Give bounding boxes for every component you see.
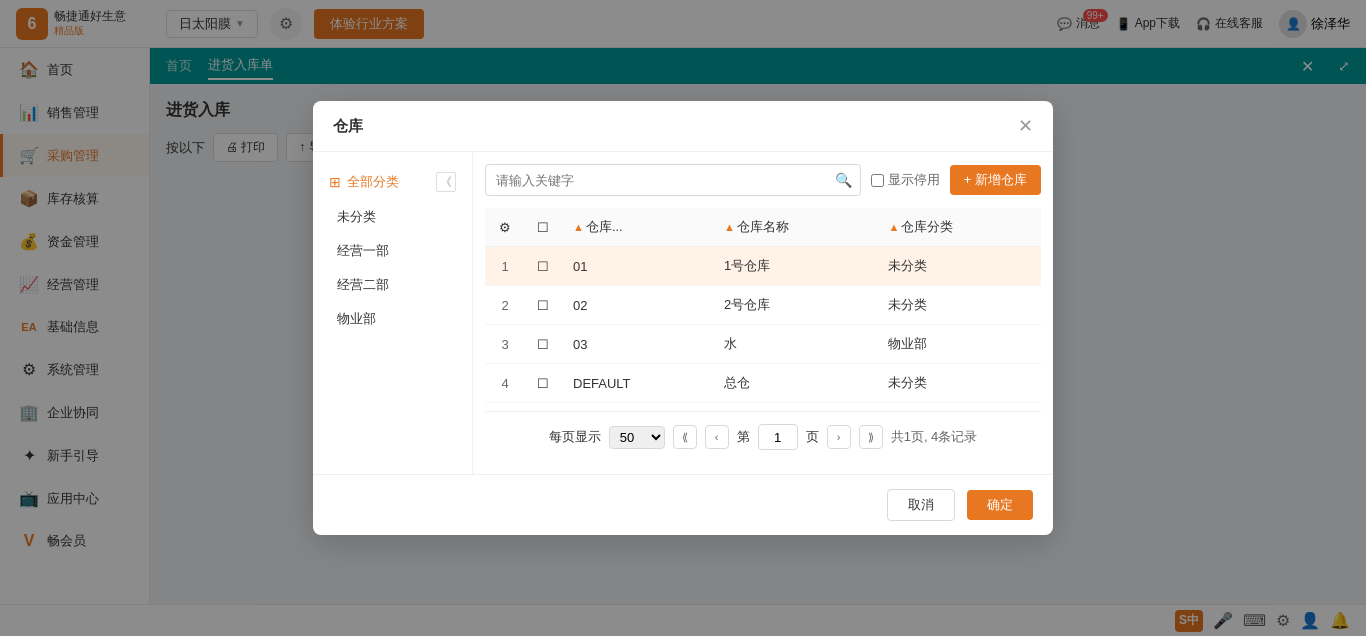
category-item-2[interactable]: 经营二部	[313, 268, 472, 302]
row-name-1: 1号仓库	[712, 247, 877, 286]
per-page-label: 每页显示	[549, 428, 601, 446]
collapse-button[interactable]: 《	[436, 172, 456, 192]
row-code-1: 01	[561, 247, 712, 286]
row-check-3[interactable]: ☐	[525, 325, 561, 364]
col-code: ▲仓库...	[561, 208, 712, 247]
search-icon[interactable]: 🔍	[827, 172, 860, 188]
warehouse-table: ⚙ ☐ ▲仓库... ▲仓库名称 ▲仓库分类 1 ☐ 01	[485, 208, 1041, 403]
modal-toolbar: 🔍 显示停用 + 新增仓库	[485, 164, 1041, 196]
row-category-4: 未分类	[876, 364, 1041, 403]
modal-overlay: 仓库 ✕ ⊞ 全部分类 《 未分类 经营一部 经营二部 物业部	[0, 0, 1366, 636]
page-total: 共1页, 4条记录	[891, 428, 978, 446]
modal-close-button[interactable]: ✕	[1018, 115, 1033, 137]
search-input[interactable]	[486, 173, 827, 188]
row-name-3: 水	[712, 325, 877, 364]
page-input[interactable]	[758, 424, 798, 450]
row-code-4: DEFAULT	[561, 364, 712, 403]
category-item-1[interactable]: 经营一部	[313, 234, 472, 268]
table-row[interactable]: 2 ☐ 02 2号仓库 未分类	[485, 286, 1041, 325]
confirm-button[interactable]: 确定	[967, 490, 1033, 520]
table-row[interactable]: 1 ☐ 01 1号仓库 未分类	[485, 247, 1041, 286]
col-checkbox: ☐	[525, 208, 561, 247]
modal-footer: 取消 确定	[313, 474, 1053, 535]
col-category: ▲仓库分类	[876, 208, 1041, 247]
modal-right-panel: 🔍 显示停用 + 新增仓库 ⚙ ☐	[473, 152, 1053, 474]
col-name: ▲仓库名称	[712, 208, 877, 247]
row-name-2: 2号仓库	[712, 286, 877, 325]
cancel-button[interactable]: 取消	[887, 489, 955, 521]
page-label: 第	[737, 428, 750, 446]
row-name-4: 总仓	[712, 364, 877, 403]
row-category-2: 未分类	[876, 286, 1041, 325]
show-disabled-text: 显示停用	[888, 171, 940, 189]
table-row[interactable]: 3 ☐ 03 水 物业部	[485, 325, 1041, 364]
prev-page-button[interactable]: ‹	[705, 425, 729, 449]
row-check-4[interactable]: ☐	[525, 364, 561, 403]
row-check-2[interactable]: ☐	[525, 286, 561, 325]
table-row[interactable]: 4 ☐ DEFAULT 总仓 未分类	[485, 364, 1041, 403]
search-box: 🔍	[485, 164, 861, 196]
col-settings: ⚙	[485, 208, 525, 247]
table-header-row: ⚙ ☐ ▲仓库... ▲仓库名称 ▲仓库分类	[485, 208, 1041, 247]
row-num-3: 3	[485, 325, 525, 364]
row-num-4: 4	[485, 364, 525, 403]
per-page-select[interactable]: 50 20 100	[609, 426, 665, 449]
pagination: 每页显示 50 20 100 ⟪ ‹ 第 页 › ⟫ 共1页, 4条记录	[485, 411, 1041, 462]
row-check-1[interactable]: ☐	[525, 247, 561, 286]
row-category-3: 物业部	[876, 325, 1041, 364]
row-num-2: 2	[485, 286, 525, 325]
grid-icon: ⊞	[329, 174, 341, 190]
row-code-2: 02	[561, 286, 712, 325]
row-num-1: 1	[485, 247, 525, 286]
modal-left-panel: ⊞ 全部分类 《 未分类 经营一部 经营二部 物业部	[313, 152, 473, 474]
row-code-3: 03	[561, 325, 712, 364]
row-category-1: 未分类	[876, 247, 1041, 286]
last-page-button[interactable]: ⟫	[859, 425, 883, 449]
page-suffix: 页	[806, 428, 819, 446]
next-page-button[interactable]: ›	[827, 425, 851, 449]
show-disabled-checkbox[interactable]	[871, 174, 884, 187]
first-page-button[interactable]: ⟪	[673, 425, 697, 449]
all-categories-item[interactable]: ⊞ 全部分类 《	[313, 164, 472, 200]
category-item-3[interactable]: 物业部	[313, 302, 472, 336]
modal-body: ⊞ 全部分类 《 未分类 经营一部 经营二部 物业部 🔍	[313, 152, 1053, 474]
show-disabled-label[interactable]: 显示停用	[871, 171, 940, 189]
warehouse-modal: 仓库 ✕ ⊞ 全部分类 《 未分类 经营一部 经营二部 物业部	[313, 101, 1053, 535]
modal-header: 仓库 ✕	[313, 101, 1053, 152]
add-warehouse-button[interactable]: + 新增仓库	[950, 165, 1041, 195]
modal-title: 仓库	[333, 117, 363, 136]
category-item-0[interactable]: 未分类	[313, 200, 472, 234]
all-categories-label: 全部分类	[347, 173, 399, 191]
